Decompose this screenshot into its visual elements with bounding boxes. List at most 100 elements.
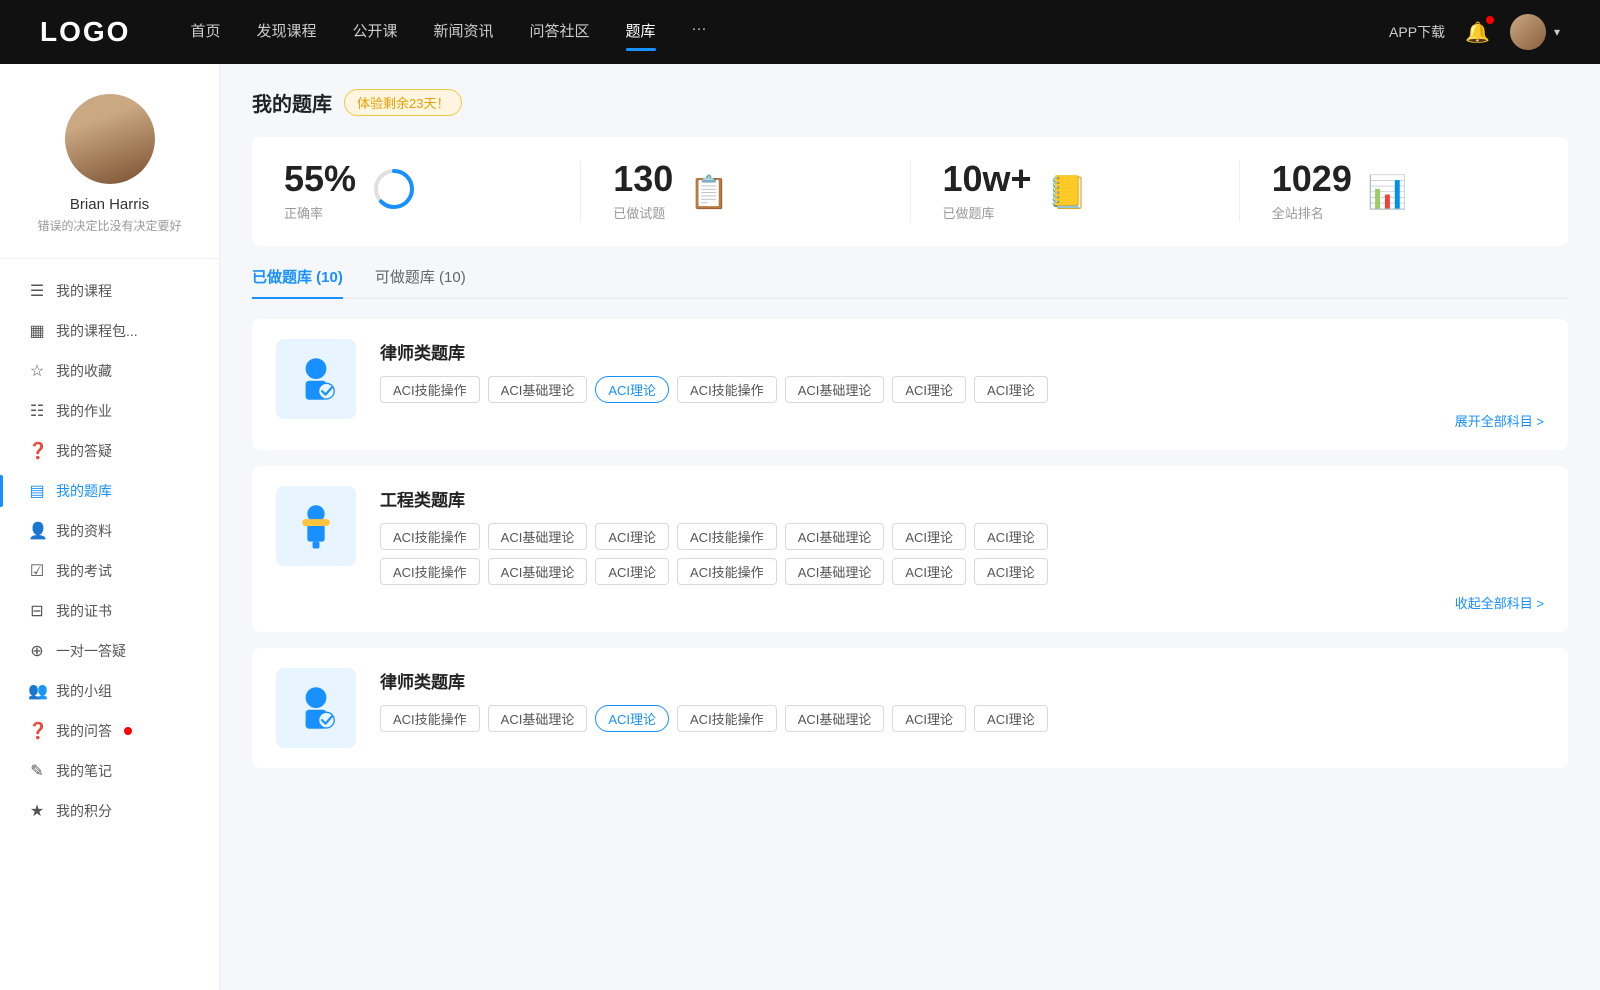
tutor-icon: ⊕ [28, 641, 46, 661]
notification-badge [1486, 16, 1494, 24]
sidebar-item-qbank[interactable]: ▤ 我的题库 [0, 471, 219, 511]
tag-1a-1[interactable]: ACI基础理论 [488, 523, 588, 550]
tag-1b-0[interactable]: ACI技能操作 [380, 558, 480, 585]
app-download-link[interactable]: APP下载 [1389, 22, 1445, 42]
tag-0-6[interactable]: ACI理论 [974, 376, 1048, 403]
tag-2-3[interactable]: ACI技能操作 [677, 705, 777, 732]
nav-qa[interactable]: 问答社区 [530, 20, 590, 45]
tag-0-0[interactable]: ACI技能操作 [380, 376, 480, 403]
points-icon: ★ [28, 801, 46, 821]
packages-icon: ▦ [28, 321, 46, 341]
sidebar-item-groups[interactable]: 👥 我的小组 [0, 671, 219, 711]
sidebar-item-my-qa[interactable]: ❓ 我的问答 [0, 711, 219, 751]
tag-1a-6[interactable]: ACI理论 [974, 523, 1048, 550]
exam-icon: ☑ [28, 561, 46, 581]
tag-1a-2[interactable]: ACI理论 [595, 523, 669, 550]
qbank-tags-1b: ACI技能操作 ACI基础理论 ACI理论 ACI技能操作 ACI基础理论 AC… [380, 558, 1544, 585]
qa-notification-dot [124, 727, 132, 735]
courses-icon: ☰ [28, 281, 46, 301]
nav-news[interactable]: 新闻资讯 [434, 20, 494, 45]
favorites-icon: ☆ [28, 361, 46, 381]
tag-0-2[interactable]: ACI理论 [595, 376, 669, 403]
qbank-icon-lawyer-2 [276, 668, 356, 748]
tag-1b-1[interactable]: ACI基础理论 [488, 558, 588, 585]
stat-accuracy: 55% 正确率 [252, 161, 581, 222]
tag-0-4[interactable]: ACI基础理论 [785, 376, 885, 403]
expand-link-0[interactable]: 展开全部科目 > [380, 411, 1544, 430]
user-avatar-menu[interactable]: ▾ [1510, 14, 1560, 50]
sidebar-item-course-packages[interactable]: ▦ 我的课程包... [0, 311, 219, 351]
tag-1b-4[interactable]: ACI基础理论 [785, 558, 885, 585]
sidebar-item-points[interactable]: ★ 我的积分 [0, 791, 219, 831]
tag-2-1[interactable]: ACI基础理论 [488, 705, 588, 732]
myqa-icon: ❓ [28, 721, 46, 741]
qbank-card-2: 律师类题库 ACI技能操作 ACI基础理论 ACI理论 ACI技能操作 ACI基… [252, 648, 1568, 768]
nav-opencourse[interactable]: 公开课 [352, 20, 397, 45]
stat-done-questions: 130 已做试题 📋 [581, 161, 910, 222]
nav-more[interactable]: ··· [692, 20, 707, 45]
profile-avatar [65, 94, 155, 184]
tag-1b-5[interactable]: ACI理论 [892, 558, 966, 585]
main-content: 我的题库 体验剩余23天！ 55% 正确率 130 [220, 64, 1600, 990]
tag-1b-2[interactable]: ACI理论 [595, 558, 669, 585]
tag-0-1[interactable]: ACI基础理论 [488, 376, 588, 403]
tag-1b-6[interactable]: ACI理论 [974, 558, 1048, 585]
sidebar-item-1on1[interactable]: ⊕ 一对一答疑 [0, 631, 219, 671]
stat-rank-value: 1029 [1272, 161, 1352, 197]
page-title: 我的题库 [252, 88, 332, 117]
tag-1a-5[interactable]: ACI理论 [892, 523, 966, 550]
stat-done-b-values: 10w+ 已做题库 [943, 161, 1032, 222]
stat-ranking: 1029 全站排名 📊 [1240, 161, 1568, 222]
sidebar-item-homework[interactable]: ☷ 我的作业 [0, 391, 219, 431]
header-right: APP下载 🔔 ▾ [1389, 14, 1560, 50]
header: LOGO 首页 发现课程 公开课 新闻资讯 问答社区 题库 ··· APP下载 … [0, 0, 1600, 64]
tag-1a-4[interactable]: ACI基础理论 [785, 523, 885, 550]
sidebar-item-notes[interactable]: ✎ 我的笔记 [0, 751, 219, 791]
qbank-card-1: 工程类题库 ACI技能操作 ACI基础理论 ACI理论 ACI技能操作 ACI基… [252, 466, 1568, 632]
stat-rank-values: 1029 全站排名 [1272, 161, 1352, 222]
collapse-link-1[interactable]: 收起全部科目 > [380, 593, 1544, 612]
tag-1b-3[interactable]: ACI技能操作 [677, 558, 777, 585]
stat-done-q-label: 已做试题 [613, 203, 673, 222]
sidebar-item-exam[interactable]: ☑ 我的考试 [0, 551, 219, 591]
stat-rank-label: 全站排名 [1272, 203, 1352, 222]
page-title-row: 我的题库 体验剩余23天！ [252, 88, 1568, 117]
tab-available-banks[interactable]: 可做题库 (10) [375, 266, 466, 297]
notebook-icon: 📒 [1048, 173, 1088, 211]
nav-qbank[interactable]: 题库 [626, 20, 656, 45]
tag-0-5[interactable]: ACI理论 [892, 376, 966, 403]
logo[interactable]: LOGO [40, 16, 130, 48]
tag-2-2[interactable]: ACI理论 [595, 705, 669, 732]
tag-0-3[interactable]: ACI技能操作 [677, 376, 777, 403]
notification-bell[interactable]: 🔔 [1465, 20, 1490, 45]
main-nav: 首页 发现课程 公开课 新闻资讯 问答社区 题库 ··· [190, 20, 1389, 45]
sidebar-item-certificate[interactable]: ⊟ 我的证书 [0, 591, 219, 631]
sidebar-item-qa-ask[interactable]: ❓ 我的答疑 [0, 431, 219, 471]
stat-accuracy-value: 55% [284, 161, 356, 197]
tag-2-5[interactable]: ACI理论 [892, 705, 966, 732]
sidebar-item-profile[interactable]: 👤 我的资料 [0, 511, 219, 551]
tabs-row: 已做题库 (10) 可做题库 (10) [252, 266, 1568, 299]
tag-1a-0[interactable]: ACI技能操作 [380, 523, 480, 550]
nav-home[interactable]: 首页 [190, 20, 220, 45]
tag-2-6[interactable]: ACI理论 [974, 705, 1048, 732]
tag-2-4[interactable]: ACI基础理论 [785, 705, 885, 732]
stat-done-banks: 10w+ 已做题库 📒 [911, 161, 1240, 222]
avatar [1510, 14, 1546, 50]
qbank-title-2: 律师类题库 [380, 668, 1544, 693]
chevron-down-icon: ▾ [1554, 25, 1560, 39]
profile-icon: 👤 [28, 521, 46, 541]
tag-2-0[interactable]: ACI技能操作 [380, 705, 480, 732]
sidebar-profile: Brian Harris 错误的决定比没有决定要好 [0, 94, 219, 259]
sidebar-item-favorites[interactable]: ☆ 我的收藏 [0, 351, 219, 391]
qbank-tags-2: ACI技能操作 ACI基础理论 ACI理论 ACI技能操作 ACI基础理论 AC… [380, 705, 1544, 732]
sidebar-item-courses[interactable]: ☰ 我的课程 [0, 271, 219, 311]
tag-1a-3[interactable]: ACI技能操作 [677, 523, 777, 550]
profile-name: Brian Harris [70, 196, 149, 213]
tab-done-banks[interactable]: 已做题库 (10) [252, 266, 343, 297]
nav-discover[interactable]: 发现课程 [256, 20, 316, 45]
notes-icon: ✎ [28, 761, 46, 781]
homework-icon: ☷ [28, 401, 46, 421]
qbank-icon-lawyer-0 [276, 339, 356, 419]
qbank-body-1: 工程类题库 ACI技能操作 ACI基础理论 ACI理论 ACI技能操作 ACI基… [380, 486, 1544, 612]
